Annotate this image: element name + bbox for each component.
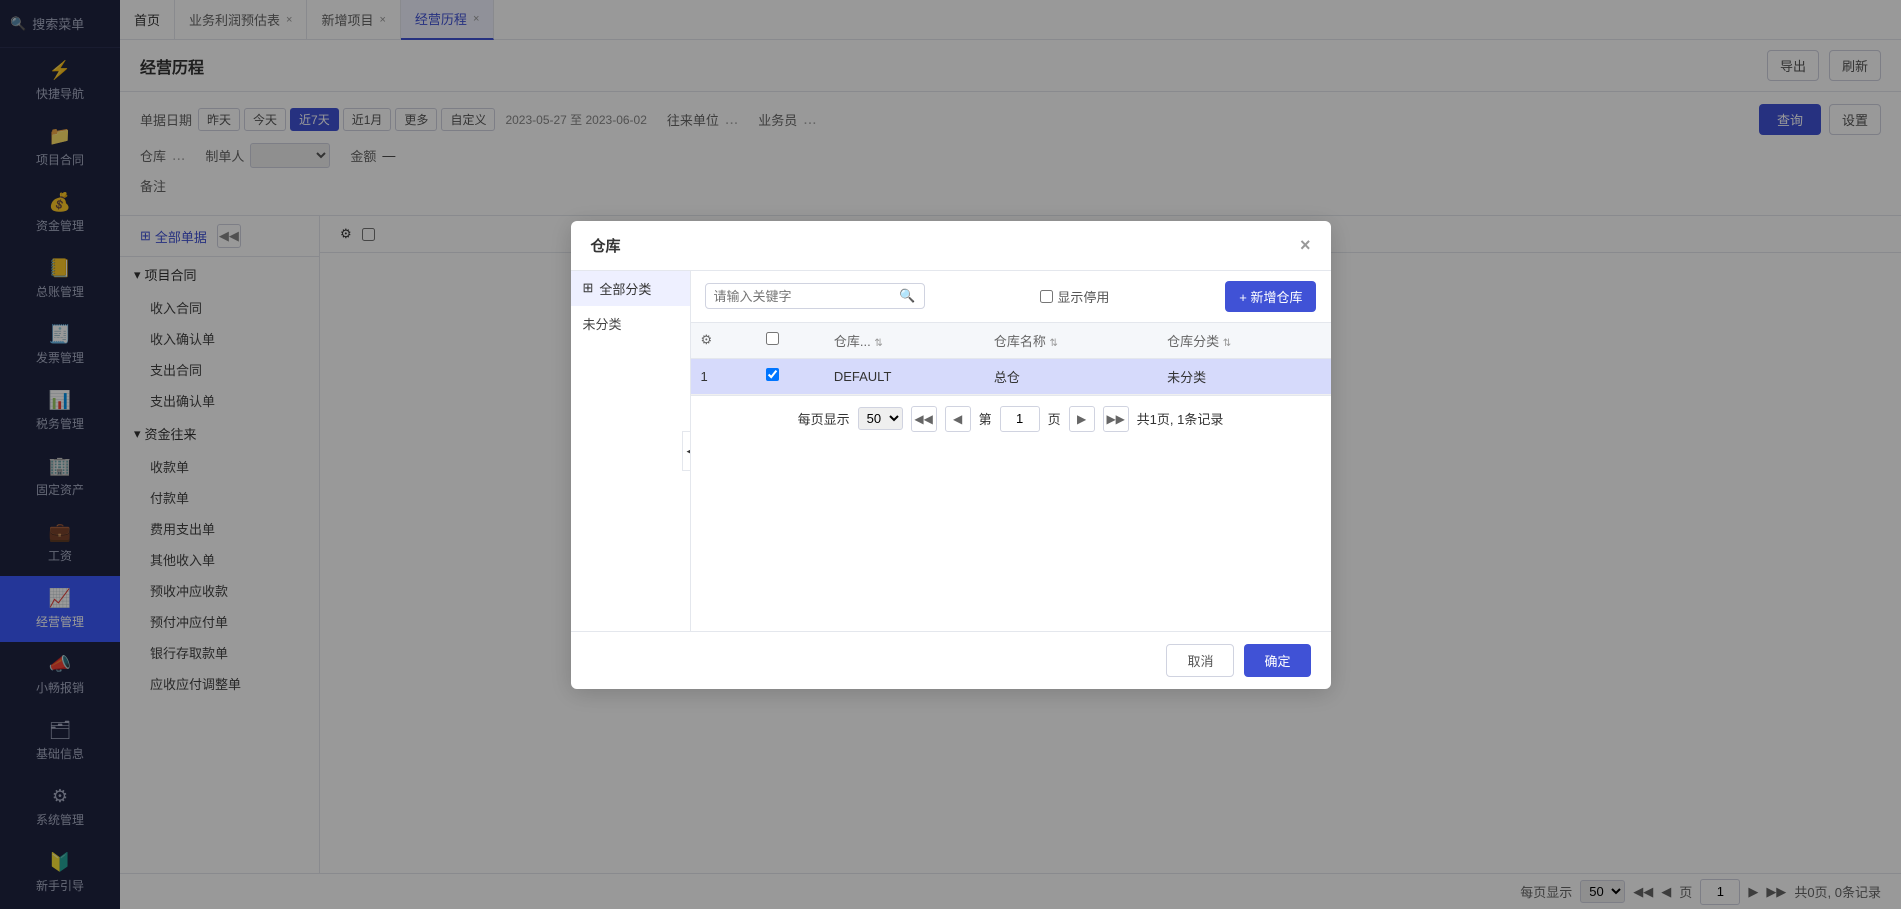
col-warehouse-category[interactable]: 仓库分类 ⇅ xyxy=(1157,323,1330,359)
page-next-btn[interactable]: ▶ xyxy=(1069,406,1095,432)
row-category: 未分类 xyxy=(1157,358,1330,394)
add-warehouse-button[interactable]: + 新增仓库 xyxy=(1225,281,1316,312)
warehouse-table: ⚙ 仓库... ⇅ 仓库名称 ⇅ 仓库分类 xyxy=(691,323,1331,395)
warehouse-search-box: 🔍 xyxy=(705,283,925,309)
modal-page-input[interactable] xyxy=(1000,406,1040,432)
col-checkbox xyxy=(756,323,824,359)
confirm-button[interactable]: 确定 xyxy=(1244,644,1310,677)
modal-body: ⊞ 全部分类 未分类 ◀ 🔍 显示停用 + 新增 xyxy=(571,271,1331,631)
sort-code-icon: ⇅ xyxy=(874,338,882,349)
show-disabled-checkbox[interactable] xyxy=(1040,290,1053,303)
cancel-button[interactable]: 取消 xyxy=(1166,644,1234,677)
page-last-btn[interactable]: ▶▶ xyxy=(1103,406,1129,432)
grid-category-icon: ⊞ xyxy=(583,280,594,296)
modal-pagination: 每页显示 50 ◀◀ ◀ 第 页 ▶ ▶▶ 共1页, 1条记录 xyxy=(691,395,1331,442)
page-word: 第 xyxy=(979,409,992,428)
select-all-table[interactable] xyxy=(766,332,779,345)
modal-title: 仓库 xyxy=(591,235,621,256)
row-name: 总仓 xyxy=(984,358,1157,394)
page-prev-btn[interactable]: ◀ xyxy=(945,406,971,432)
row-code: DEFAULT xyxy=(824,358,984,394)
warehouse-toolbar: 🔍 显示停用 + 新增仓库 xyxy=(691,271,1331,323)
warehouse-category-panel: ⊞ 全部分类 未分类 ◀ xyxy=(571,271,691,631)
warehouse-modal: 仓库 × ⊞ 全部分类 未分类 ◀ 🔍 xyxy=(571,221,1331,689)
row-checkbox[interactable] xyxy=(756,358,824,394)
col-settings[interactable]: ⚙ xyxy=(691,323,756,359)
row-index: 1 xyxy=(691,358,756,394)
table-row[interactable]: 1 DEFAULT 总仓 未分类 xyxy=(691,358,1331,394)
show-disabled-label[interactable]: 显示停用 xyxy=(1040,287,1109,306)
warehouse-search-input[interactable] xyxy=(714,289,894,304)
col-warehouse-code[interactable]: 仓库... ⇅ xyxy=(824,323,984,359)
table-header-row: ⚙ 仓库... ⇅ 仓库名称 ⇅ 仓库分类 xyxy=(691,323,1331,359)
collapse-category-panel[interactable]: ◀ xyxy=(682,431,691,471)
col-warehouse-name[interactable]: 仓库名称 ⇅ xyxy=(984,323,1157,359)
warehouse-right-panel: 🔍 显示停用 + 新增仓库 ⚙ 仓库... xyxy=(691,271,1331,631)
modal-footer: 取消 确定 xyxy=(571,631,1331,689)
page-unit: 页 xyxy=(1048,409,1061,428)
collapse-icon: ◀ xyxy=(687,443,691,459)
modal-page-size-select[interactable]: 50 xyxy=(858,407,903,430)
warehouse-table-wrapper: ⚙ 仓库... ⇅ 仓库名称 ⇅ 仓库分类 xyxy=(691,323,1331,395)
modal-close-button[interactable]: × xyxy=(1300,235,1311,256)
all-category-item[interactable]: ⊞ 全部分类 xyxy=(571,271,690,306)
page-first-btn[interactable]: ◀◀ xyxy=(911,406,937,432)
sort-name-icon: ⇅ xyxy=(1049,338,1057,349)
total-info: 共1页, 1条记录 xyxy=(1137,409,1224,428)
uncategorized-item[interactable]: 未分类 xyxy=(571,306,690,341)
modal-header: 仓库 × xyxy=(571,221,1331,271)
sort-cat-icon: ⇅ xyxy=(1223,338,1231,349)
search-icon: 🔍 xyxy=(899,288,915,304)
